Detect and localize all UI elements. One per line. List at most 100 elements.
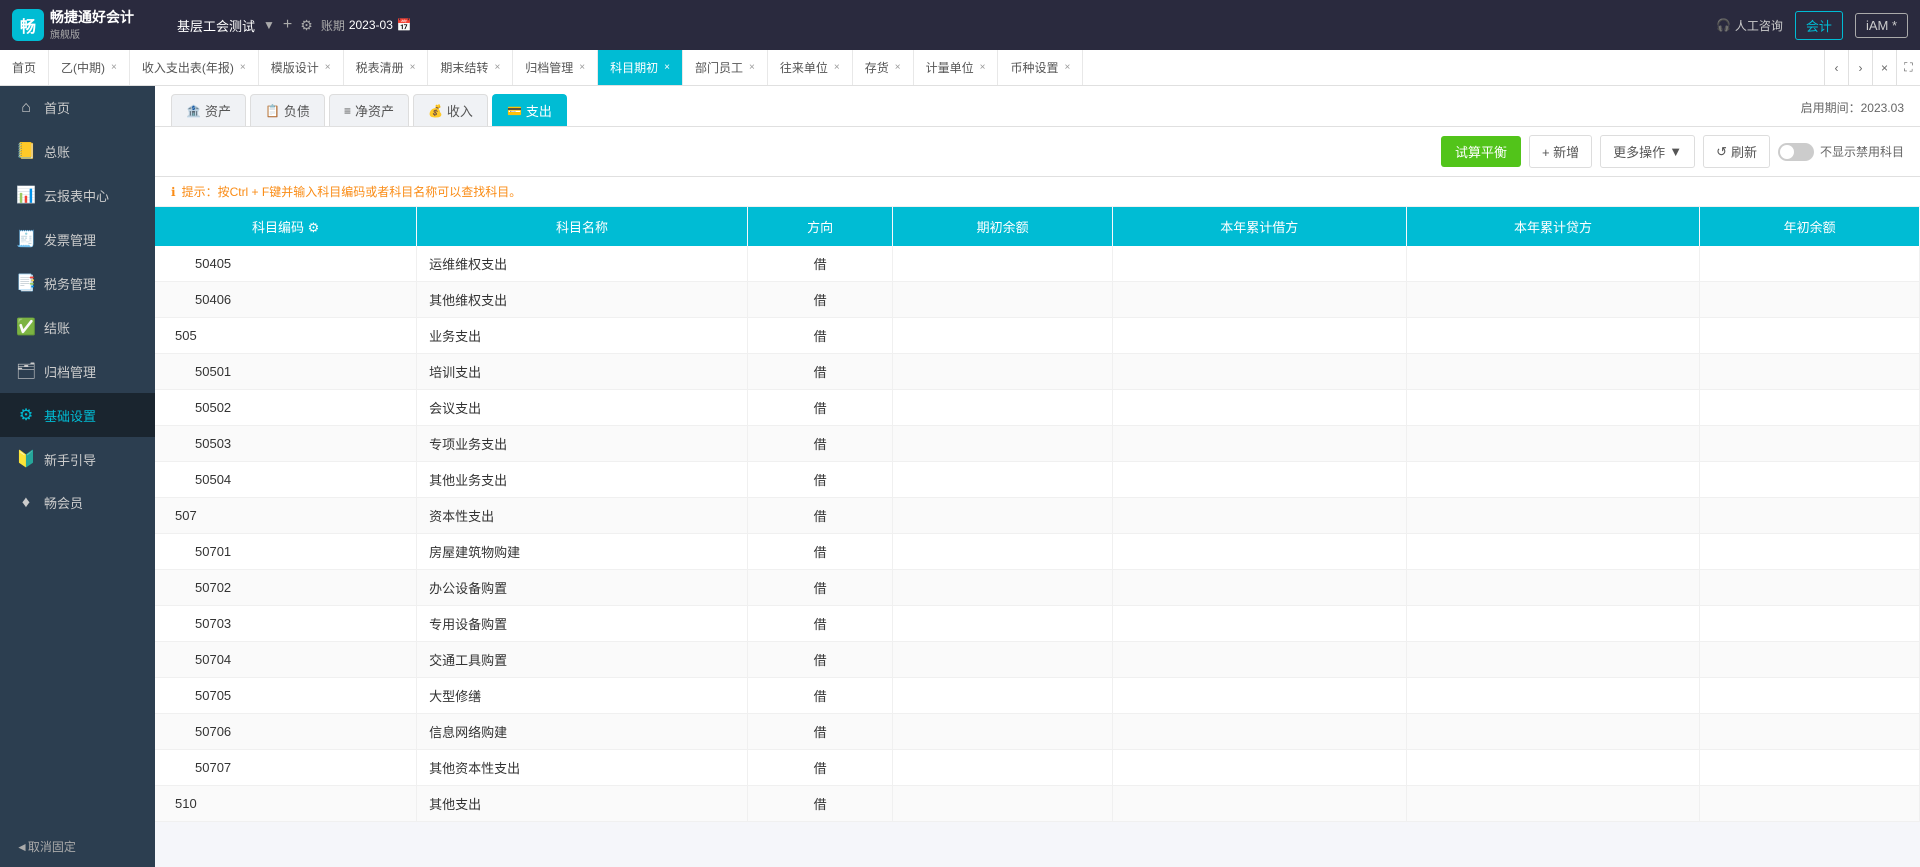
tab-qijian[interactable]: 乙(中期)×: [49, 50, 130, 86]
iam-button[interactable]: iAM *: [1855, 13, 1908, 38]
table-row[interactable]: 50706信息网络购建借: [155, 714, 1920, 750]
cell-name: 其他资本性支出: [417, 750, 748, 786]
table-row[interactable]: 507资本性支出借: [155, 498, 1920, 534]
tab-bumen[interactable]: 部门员工×: [683, 50, 768, 86]
tab-nav-btns: ‹ › × ⛶: [1824, 50, 1920, 86]
tab-bizhong[interactable]: 币种设置×: [998, 50, 1083, 86]
tab-prev-btn[interactable]: ‹: [1824, 50, 1848, 86]
sidebar-item-tax[interactable]: 📑 税务管理: [0, 261, 155, 305]
table-row[interactable]: 50504其他业务支出借: [155, 462, 1920, 498]
tab-kemu[interactable]: 科目期初×: [598, 50, 683, 86]
close-tab-icon[interactable]: ×: [664, 62, 670, 73]
dropdown-icon[interactable]: ▼: [263, 18, 275, 32]
project-name: 基层工会测试: [177, 16, 255, 35]
sidebar-item-archive[interactable]: 🗂 归档管理: [0, 349, 155, 393]
sidebar-label-settings: 基础设置: [44, 406, 96, 425]
cell-nian_yue: [1700, 426, 1920, 462]
tab-cunkuo[interactable]: 存货×: [853, 50, 914, 86]
sidebar-label-report: 云报表中心: [44, 186, 109, 205]
table-row[interactable]: 50703专用设备购置借: [155, 606, 1920, 642]
table-row[interactable]: 50701房屋建筑物购建借: [155, 534, 1920, 570]
close-tab-icon[interactable]: ×: [895, 62, 901, 73]
sub-tab-jing[interactable]: ≡ 净资产: [329, 94, 409, 126]
sidebar-item-guide[interactable]: 🔰 新手引导: [0, 437, 155, 481]
close-tab-icon[interactable]: ×: [410, 62, 416, 73]
table-row[interactable]: 50503专项业务支出借: [155, 426, 1920, 462]
close-tab-icon[interactable]: ×: [111, 62, 117, 73]
tab-home[interactable]: 首页: [0, 50, 49, 86]
tab-next-btn[interactable]: ›: [1848, 50, 1872, 86]
cell-name: 培训支出: [417, 354, 748, 390]
service-button[interactable]: 🎧 人工咨询: [1716, 17, 1783, 34]
sub-tab-icon-zichan: 🏦: [186, 104, 201, 118]
table-row[interactable]: 50405运维维权支出借: [155, 246, 1920, 282]
cell-direction: 借: [747, 786, 892, 822]
tab-wanglai[interactable]: 往来单位×: [768, 50, 853, 86]
table-row[interactable]: 50702办公设备购置借: [155, 570, 1920, 606]
sidebar-collapse-btn[interactable]: ◄取消固定: [0, 826, 155, 867]
cell-direction: 借: [747, 246, 892, 282]
close-tab-icon[interactable]: ×: [1064, 62, 1070, 73]
sidebar-item-member[interactable]: ♦ 畅会员: [0, 481, 155, 524]
sidebar-label-tax: 税务管理: [44, 274, 96, 293]
tab-close-btn[interactable]: ×: [1872, 50, 1896, 86]
col-settings-icon[interactable]: ⚙: [308, 220, 320, 235]
close-tab-icon[interactable]: ×: [579, 62, 585, 73]
refresh-button[interactable]: ↺ 刷新: [1703, 135, 1770, 168]
sidebar-label-general: 总账: [44, 142, 70, 161]
cell-direction: 借: [747, 390, 892, 426]
balance-button[interactable]: 试算平衡: [1441, 136, 1521, 167]
cell-name: 房屋建筑物购建: [417, 534, 748, 570]
add-project-icon[interactable]: +: [283, 16, 292, 34]
table-row[interactable]: 50704交通工具购置借: [155, 642, 1920, 678]
period-tip: 启用期间：2023.03: [1801, 99, 1904, 122]
cell-name: 会议支出: [417, 390, 748, 426]
tab-jiliang[interactable]: 计量单位×: [914, 50, 999, 86]
tab-muban[interactable]: 模版设计×: [259, 50, 344, 86]
cell-leijidai: [1406, 750, 1700, 786]
tab-shouru[interactable]: 收入支出表(年报)×: [130, 50, 259, 86]
cell-direction: 借: [747, 318, 892, 354]
table-wrap[interactable]: 科目编码 ⚙科目名称方向期初余额本年累计借方本年累计贷方年初余额50405运维维…: [155, 207, 1920, 867]
close-tab-icon[interactable]: ×: [834, 62, 840, 73]
tab-shuibiao[interactable]: 税表清册×: [344, 50, 429, 86]
table-row[interactable]: 50705大型修缮借: [155, 678, 1920, 714]
settings-icon[interactable]: ⚙: [300, 17, 313, 34]
col-code: 科目编码 ⚙: [155, 207, 417, 246]
close-tab-icon[interactable]: ×: [749, 62, 755, 73]
cell-leijijie: [1112, 678, 1406, 714]
table-row[interactable]: 50501培训支出借: [155, 354, 1920, 390]
sub-tab-zhichu[interactable]: 💳 支出: [492, 94, 567, 126]
close-tab-icon[interactable]: ×: [325, 62, 331, 73]
cell-nian_yue: [1700, 678, 1920, 714]
table-row[interactable]: 50406其他维权支出借: [155, 282, 1920, 318]
table-row[interactable]: 50502会议支出借: [155, 390, 1920, 426]
add-button[interactable]: + 新增: [1529, 135, 1592, 168]
sub-tab-shouru2[interactable]: 💰 收入: [413, 94, 488, 126]
table-row[interactable]: 505业务支出借: [155, 318, 1920, 354]
disable-toggle[interactable]: [1778, 143, 1814, 161]
sub-tab-zichan[interactable]: 🏦 资产: [171, 94, 246, 126]
cell-leijijie: [1112, 390, 1406, 426]
sidebar-label-invoice: 发票管理: [44, 230, 96, 249]
sidebar-label-archive: 归档管理: [44, 362, 96, 381]
table-row[interactable]: 50707其他资本性支出借: [155, 750, 1920, 786]
sidebar-item-settings[interactable]: ⚙ 基础设置: [0, 393, 155, 437]
calendar-icon[interactable]: 📅: [397, 18, 412, 32]
more-button[interactable]: 更多操作 ▼: [1600, 135, 1695, 168]
sub-tab-fuze[interactable]: 📋 负债: [250, 94, 325, 126]
close-tab-icon[interactable]: ×: [494, 62, 500, 73]
tab-qimo[interactable]: 期末结转×: [428, 50, 513, 86]
tab-guidang[interactable]: 归档管理×: [513, 50, 598, 86]
cell-qichuyue: [893, 354, 1113, 390]
close-tab-icon[interactable]: ×: [980, 62, 986, 73]
sidebar-item-invoice[interactable]: 🧾 发票管理: [0, 217, 155, 261]
close-tab-icon[interactable]: ×: [240, 62, 246, 73]
sidebar-item-settle[interactable]: ✅ 结账: [0, 305, 155, 349]
sidebar-item-report[interactable]: 📊 云报表中心: [0, 173, 155, 217]
table-row[interactable]: 510其他支出借: [155, 786, 1920, 822]
kuaiji-button[interactable]: 会计: [1795, 11, 1843, 40]
sidebar-item-general[interactable]: 📒 总账: [0, 129, 155, 173]
tab-expand-btn[interactable]: ⛶: [1896, 50, 1920, 86]
sidebar-item-home[interactable]: ⌂ 首页: [0, 86, 155, 129]
